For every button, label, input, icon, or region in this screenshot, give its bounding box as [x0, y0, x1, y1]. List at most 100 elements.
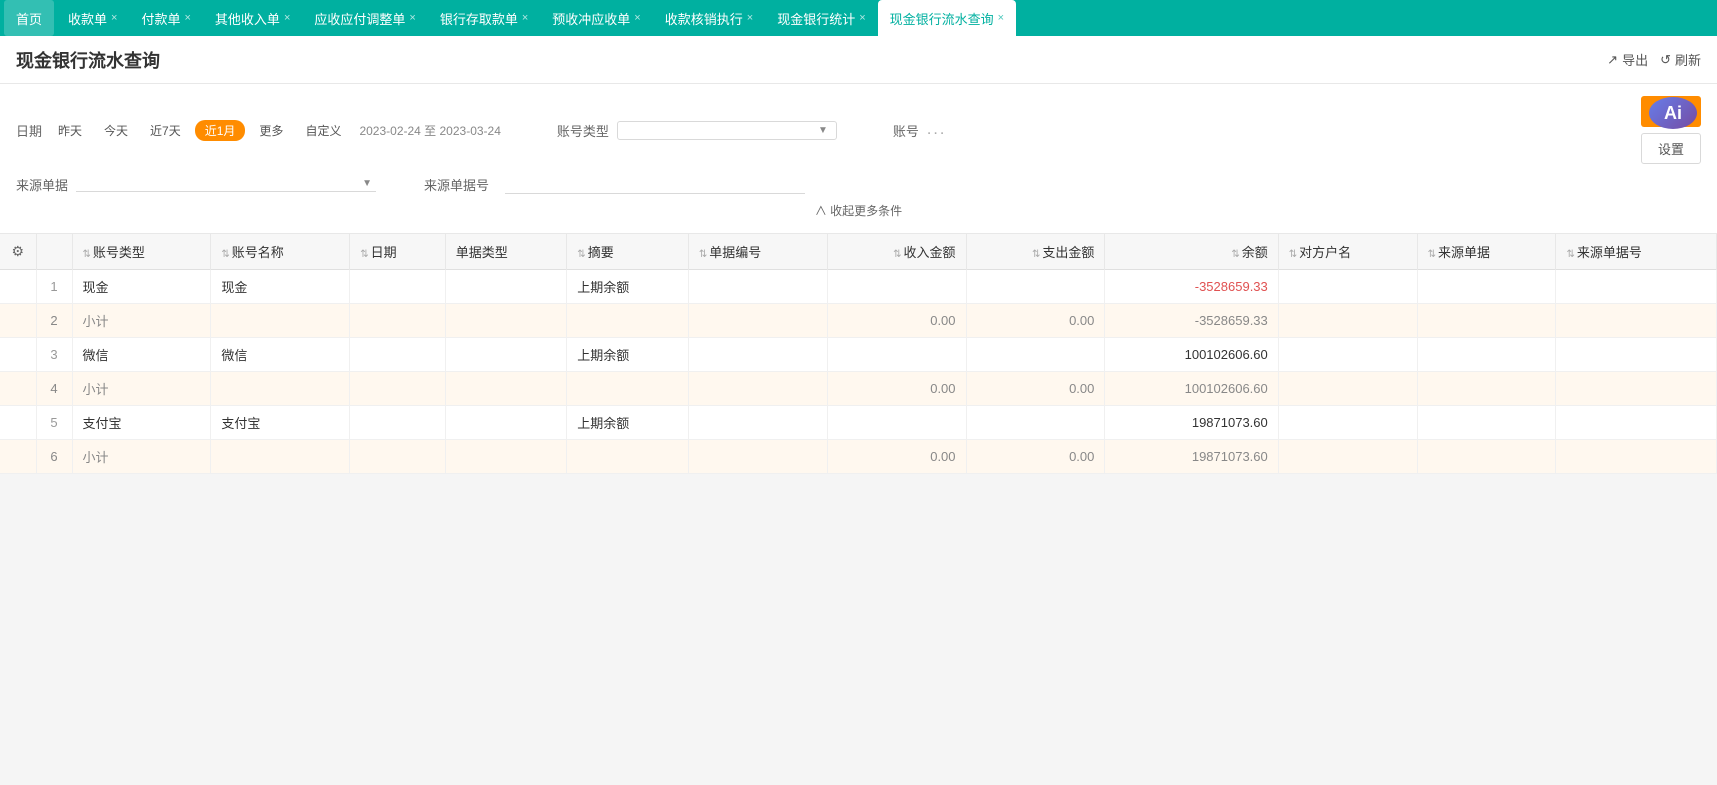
cell-source-doc-num [1556, 372, 1717, 406]
refresh-button[interactable]: ↺ 刷新 [1660, 50, 1701, 69]
cell-doc-type [445, 338, 567, 372]
cell-summary [567, 440, 689, 474]
col-source-doc[interactable]: ⇅来源单据 [1417, 234, 1556, 270]
source-doc-select[interactable]: ▼ [76, 176, 376, 192]
close-icon[interactable]: × [184, 12, 190, 24]
table-row[interactable]: 5 支付宝 支付宝 上期余额 19871073.60 [0, 406, 1717, 440]
nav-tab-xianjinyinhang[interactable]: 现金银行统计 × [765, 0, 877, 36]
cell-source-doc [1417, 304, 1556, 338]
date-btn-today[interactable]: 今天 [96, 120, 136, 141]
tab-label: 其他收入单 [215, 9, 280, 28]
nav-tab-shoukuandan[interactable]: 收款单 × [56, 0, 129, 36]
cell-summary [567, 304, 689, 338]
close-icon[interactable]: × [111, 12, 117, 24]
account-dots[interactable]: ... [927, 121, 946, 139]
date-btn-1month[interactable]: 近1月 [195, 120, 246, 141]
header-actions: ↗ 导出 ↺ 刷新 [1607, 50, 1701, 69]
table-row[interactable]: 1 现金 现金 上期余额 -3528659.33 [0, 270, 1717, 304]
nav-tab-yingshouyingfu[interactable]: 应收应付调整单 × [302, 0, 427, 36]
nav-tab-qitashouru[interactable]: 其他收入单 × [203, 0, 302, 36]
cell-summary: 上期余额 [567, 270, 689, 304]
cell-account-type: 现金 [72, 270, 211, 304]
col-counterparty[interactable]: ⇅对方户名 [1278, 234, 1417, 270]
cell-balance: 19871073.60 [1105, 440, 1278, 474]
cell-settings [0, 270, 36, 304]
table-row[interactable]: 6 小计 0.00 0.00 19871073.60 [0, 440, 1717, 474]
tab-label: 现金银行流水查询 [890, 9, 994, 28]
cell-doc-number [688, 304, 827, 338]
date-btn-custom[interactable]: 自定义 [297, 120, 349, 141]
nav-home[interactable]: 首页 [4, 0, 54, 36]
collapse-bar[interactable]: ∧ 收起更多条件 [16, 198, 1701, 221]
cell-doc-type [445, 440, 567, 474]
date-btn-7days[interactable]: 近7天 [142, 120, 189, 141]
cell-income [827, 406, 966, 440]
date-btn-more[interactable]: 更多 [251, 120, 291, 141]
col-settings[interactable]: ⚙ [0, 234, 36, 270]
table-row[interactable]: 3 微信 微信 上期余额 100102606.60 [0, 338, 1717, 372]
close-icon[interactable]: × [998, 12, 1004, 24]
col-date[interactable]: ⇅日期 [350, 234, 446, 270]
tab-label: 收款单 [68, 9, 107, 28]
col-source-doc-num[interactable]: ⇅来源单据号 [1556, 234, 1717, 270]
col-balance[interactable]: ⇅余额 [1105, 234, 1278, 270]
nav-tab-liushui[interactable]: 现金银行流水查询 × [878, 0, 1016, 36]
sort-icon: ⇅ [221, 249, 229, 260]
date-btn-yesterday[interactable]: 昨天 [50, 120, 90, 141]
gear-icon[interactable]: ⚙ [11, 243, 24, 259]
cell-account-name [211, 372, 350, 406]
cell-income [827, 270, 966, 304]
cell-source-doc [1417, 270, 1556, 304]
cell-settings [0, 338, 36, 372]
source-doc-label: 来源单据 [16, 175, 68, 194]
cell-doc-number [688, 372, 827, 406]
cell-source-doc-num [1556, 338, 1717, 372]
close-icon[interactable]: × [522, 12, 528, 24]
cell-income: 0.00 [827, 304, 966, 338]
nav-tab-yushou[interactable]: 预收冲应收单 × [540, 0, 652, 36]
cell-balance: 19871073.60 [1105, 406, 1278, 440]
close-icon[interactable]: × [859, 12, 865, 24]
close-icon[interactable]: × [284, 12, 290, 24]
table-row[interactable]: 4 小计 0.00 0.00 100102606.60 [0, 372, 1717, 406]
cell-counterparty [1278, 304, 1417, 338]
account-type-select[interactable]: ▼ [617, 121, 837, 140]
tab-label: 收款核销执行 [665, 9, 743, 28]
cell-account-type: 小计 [72, 372, 211, 406]
cell-date [350, 304, 446, 338]
sort-icon: ⇅ [699, 249, 707, 260]
nav-tab-shoukuanhexiao[interactable]: 收款核销执行 × [653, 0, 765, 36]
close-icon[interactable]: × [634, 12, 640, 24]
cell-doc-number [688, 338, 827, 372]
source-doc-num-input[interactable] [505, 174, 805, 194]
account-type-label: 账号类型 [557, 121, 609, 140]
account-type-filter-group: 账号类型 ▼ [557, 121, 837, 140]
export-button[interactable]: ↗ 导出 [1607, 50, 1648, 69]
export-icon: ↗ [1607, 52, 1618, 68]
close-icon[interactable]: × [409, 12, 415, 24]
sort-icon: ⇅ [577, 249, 585, 260]
col-account-type[interactable]: ⇅账号类型 [72, 234, 211, 270]
settings-button[interactable]: 设置 [1641, 133, 1701, 164]
close-icon[interactable]: × [747, 12, 753, 24]
ai-badge[interactable]: Ai [1649, 97, 1697, 129]
table-row[interactable]: 2 小计 0.00 0.00 -3528659.33 [0, 304, 1717, 338]
sort-icon: ⇅ [1231, 249, 1239, 260]
refresh-label: 刷新 [1675, 50, 1701, 69]
source-doc-num-filter-group: 来源单据号 [424, 174, 805, 194]
cell-counterparty [1278, 372, 1417, 406]
nav-tab-fukuandan[interactable]: 付款单 × [129, 0, 202, 36]
sort-icon: ⇅ [360, 249, 368, 260]
col-expense[interactable]: ⇅支出金额 [966, 234, 1105, 270]
cell-num: 3 [36, 338, 72, 372]
nav-tab-yinhangcunqu[interactable]: 银行存取款单 × [428, 0, 540, 36]
cell-doc-type [445, 270, 567, 304]
date-label: 日期 [16, 121, 42, 140]
table-wrap: ⚙ ⇅账号类型 ⇅账号名称 ⇅日期 单据类型 ⇅摘要 ⇅单据编号 [0, 234, 1717, 474]
sort-icon: ⇅ [1428, 249, 1436, 260]
cell-settings [0, 304, 36, 338]
col-summary[interactable]: ⇅摘要 [567, 234, 689, 270]
col-account-name[interactable]: ⇅账号名称 [211, 234, 350, 270]
col-doc-number[interactable]: ⇅单据编号 [688, 234, 827, 270]
col-income[interactable]: ⇅收入金额 [827, 234, 966, 270]
